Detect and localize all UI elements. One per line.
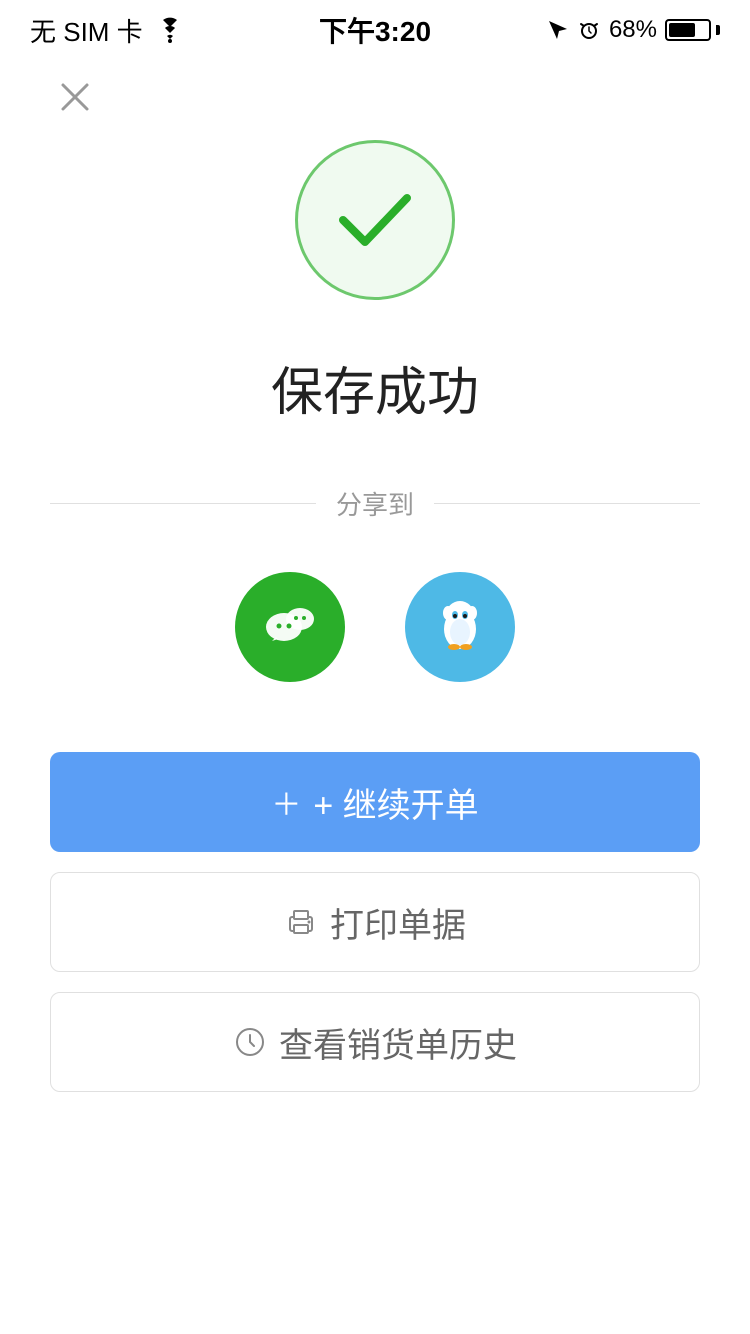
buttons-section: ＋ + 继续开单 打印单据 查看销货单历: [0, 752, 750, 1092]
share-icons-row: [235, 572, 515, 682]
battery-indicator: [665, 19, 720, 41]
alarm-icon: [577, 18, 601, 42]
location-icon: [547, 19, 569, 41]
status-bar: 无 SIM 卡 下午3:20 68%: [0, 0, 750, 60]
close-button[interactable]: [50, 72, 100, 122]
wifi-icon: [153, 17, 187, 43]
status-left: 无 SIM 卡: [30, 12, 187, 49]
history-button[interactable]: 查看销货单历史: [50, 992, 700, 1092]
battery-percent: 68%: [609, 16, 657, 44]
print-label: 打印单据: [330, 898, 466, 947]
clock-icon: [233, 1025, 267, 1059]
history-label: 查看销货单历史: [279, 1018, 517, 1067]
success-title: 保存成功: [271, 350, 479, 425]
main-content: 保存成功 分享到: [0, 60, 750, 1092]
success-icon-circle: [295, 140, 455, 300]
continue-button[interactable]: ＋ + 继续开单: [50, 752, 700, 852]
qq-share-button[interactable]: [405, 572, 515, 682]
share-label: 分享到: [316, 485, 434, 522]
status-right: 68%: [547, 16, 720, 44]
divider-line-right: [434, 503, 700, 504]
checkmark-icon: [335, 190, 415, 250]
qq-icon: [426, 593, 494, 661]
wechat-share-button[interactable]: [235, 572, 345, 682]
status-time: 下午3:20: [319, 10, 431, 50]
wechat-icon: [256, 593, 324, 661]
continue-label: + 继续开单: [313, 778, 478, 827]
sim-text: 无 SIM 卡: [30, 12, 143, 49]
printer-icon: [284, 905, 318, 939]
divider-line-left: [50, 503, 316, 504]
plus-icon: ＋: [271, 780, 301, 824]
share-divider: 分享到: [0, 485, 750, 522]
print-button[interactable]: 打印单据: [50, 872, 700, 972]
